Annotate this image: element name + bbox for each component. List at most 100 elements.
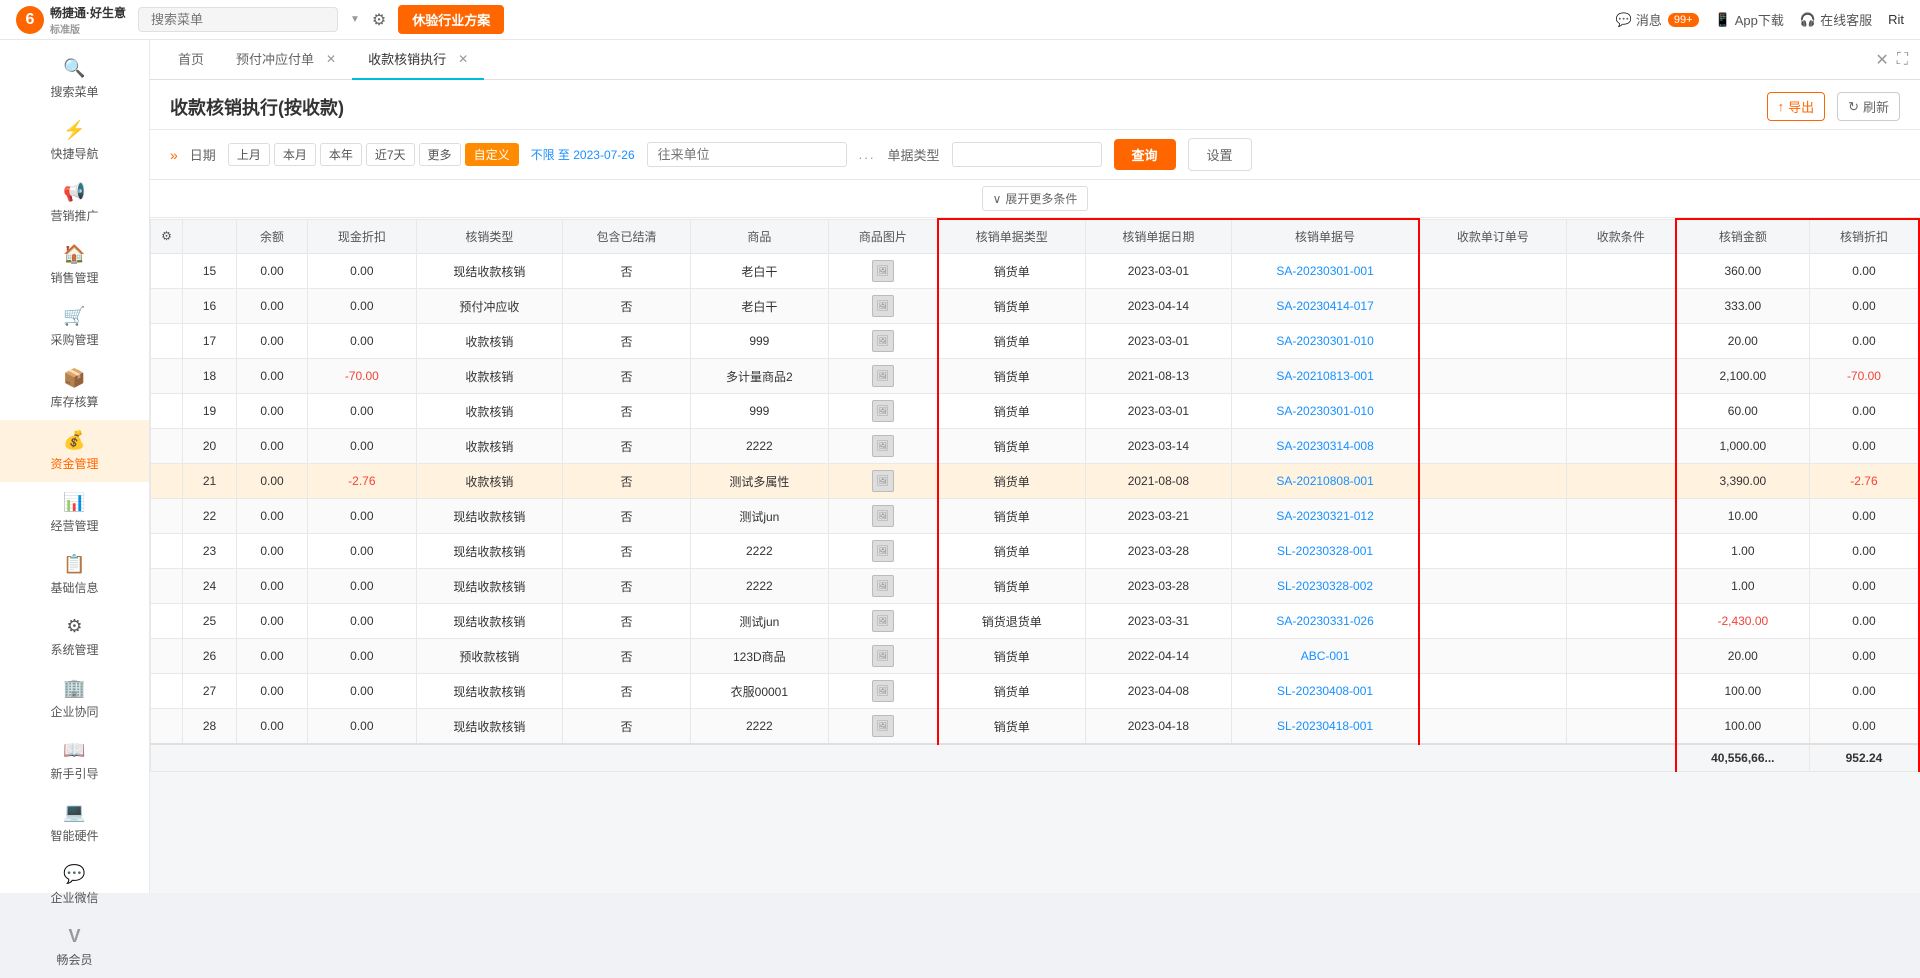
td-include-cleared: 否 bbox=[563, 569, 691, 604]
td-receipt-order-no bbox=[1419, 394, 1566, 429]
td-seq: 28 bbox=[183, 709, 237, 745]
sidebar-item-wechat[interactable]: 💬 企业微信 bbox=[0, 854, 149, 916]
tab-receipt[interactable]: 收款核销执行 ✕ bbox=[352, 40, 484, 80]
sidebar-item-marketing[interactable]: 📢 营销推广 bbox=[0, 172, 149, 234]
sidebar-item-system[interactable]: ⚙ 系统管理 bbox=[0, 606, 149, 668]
tab-close-all-icon[interactable]: ✕ bbox=[1875, 50, 1888, 70]
td-balance: 0.00 bbox=[237, 359, 308, 394]
bill-type-select[interactable] bbox=[952, 142, 1102, 167]
td-verify-discount: 0.00 bbox=[1809, 569, 1919, 604]
td-goods: 999 bbox=[690, 394, 828, 429]
brand-info: 畅捷通·好生意 标准版 bbox=[50, 4, 126, 36]
td-seq: 19 bbox=[183, 394, 237, 429]
date-btn-this-month[interactable]: 本月 bbox=[274, 143, 316, 166]
message-item[interactable]: 💬 消息 99+ bbox=[1616, 10, 1699, 29]
sidebar-item-member[interactable]: V 畅会员 bbox=[0, 916, 149, 978]
settings-gear-button[interactable]: ⚙ bbox=[372, 10, 386, 30]
export-button[interactable]: ↑ 导出 bbox=[1767, 92, 1826, 121]
date-btn-last-month[interactable]: 上月 bbox=[228, 143, 270, 166]
export-icon: ↑ bbox=[1778, 99, 1785, 114]
td-goods-image: 🖼 bbox=[828, 499, 937, 534]
tab-receipt-label: 收款核销执行 bbox=[368, 49, 446, 68]
sidebar-item-inventory[interactable]: 📦 库存核算 bbox=[0, 358, 149, 420]
td-verify-bill-type: 销货单 bbox=[938, 674, 1085, 709]
expand-conditions-button[interactable]: ∨ 展开更多条件 bbox=[982, 186, 1089, 211]
footer-empty bbox=[151, 744, 1676, 772]
quick-nav-icon: ⚡ bbox=[63, 120, 85, 141]
td-verify-bill-type: 销货退货单 bbox=[938, 604, 1085, 639]
table-footer-row: 40,556,66... 952.24 bbox=[151, 744, 1920, 772]
tab-home[interactable]: 首页 bbox=[162, 40, 220, 80]
td-cash-discount: 0.00 bbox=[308, 289, 417, 324]
sidebar-item-label: 库存核算 bbox=[50, 393, 98, 410]
app-download-item[interactable]: 📱 App下载 bbox=[1715, 10, 1784, 29]
td-receipt-order-no bbox=[1419, 534, 1566, 569]
sidebar-item-sales[interactable]: 🏠 销售管理 bbox=[0, 234, 149, 296]
td-verify-discount: 0.00 bbox=[1809, 289, 1919, 324]
sidebar-item-purchase[interactable]: 🛒 采购管理 bbox=[0, 296, 149, 358]
bill-type-label: 单据类型 bbox=[887, 145, 939, 164]
date-btn-this-year[interactable]: 本年 bbox=[320, 143, 362, 166]
td-verify-bill-type: 销货单 bbox=[938, 324, 1085, 359]
td-verify-bill-no: ABC-001 bbox=[1232, 639, 1419, 674]
sidebar-item-search[interactable]: 🔍 搜索菜单 bbox=[0, 48, 149, 110]
date-btn-custom[interactable]: 自定义 bbox=[465, 143, 519, 166]
td-receipt-condition bbox=[1566, 499, 1675, 534]
td-goods: 2222 bbox=[690, 534, 828, 569]
tab-prepay-close[interactable]: ✕ bbox=[326, 52, 336, 66]
td-verify-amount: 20.00 bbox=[1676, 639, 1810, 674]
td-receipt-order-no bbox=[1419, 639, 1566, 674]
td-receipt-condition bbox=[1566, 569, 1675, 604]
date-btn-more[interactable]: 更多 bbox=[419, 143, 461, 166]
table-body: 15 0.00 0.00 现结收款核销 否 老白干 🖼 销货单 2023-03-… bbox=[151, 254, 1920, 745]
system-icon: ⚙ bbox=[66, 616, 82, 637]
td-verify-discount: 0.00 bbox=[1809, 324, 1919, 359]
chevron-down-icon: ▼ bbox=[350, 14, 360, 25]
td-balance: 0.00 bbox=[237, 534, 308, 569]
td-seq: 22 bbox=[183, 499, 237, 534]
sidebar-item-quicknav[interactable]: ⚡ 快捷导航 bbox=[0, 110, 149, 172]
th-include-cleared: 包含已结清 bbox=[563, 219, 691, 254]
sidebar-item-fund[interactable]: 💰 资金管理 bbox=[0, 420, 149, 482]
query-button[interactable]: 查询 bbox=[1114, 139, 1176, 170]
sidebar-item-hardware[interactable]: 💻 智能硬件 bbox=[0, 792, 149, 854]
fund-icon: 💰 bbox=[63, 430, 85, 451]
tab-expand-icon[interactable]: ⛶ bbox=[1897, 51, 1908, 69]
partner-input[interactable] bbox=[647, 142, 847, 167]
search-input[interactable] bbox=[138, 7, 338, 32]
th-verify-amount: 核销金额 bbox=[1676, 219, 1810, 254]
td-goods-image: 🖼 bbox=[828, 289, 937, 324]
td-settings bbox=[151, 569, 183, 604]
table-wrapper: ⚙ 余额 现金折扣 核销类型 包含已结清 商品 商品图片 核销单据类型 核销单据… bbox=[150, 218, 1920, 772]
tab-receipt-close[interactable]: ✕ bbox=[458, 52, 468, 66]
td-verify-discount: -2.76 bbox=[1809, 464, 1919, 499]
industry-button[interactable]: 休验行业方案 bbox=[398, 5, 504, 34]
td-verify-bill-type: 销货单 bbox=[938, 499, 1085, 534]
td-receipt-order-no bbox=[1419, 359, 1566, 394]
sidebar-item-operations[interactable]: 📊 经营管理 bbox=[0, 482, 149, 544]
th-settings[interactable]: ⚙ bbox=[151, 219, 183, 254]
td-verify-type: 现结收款核销 bbox=[416, 499, 563, 534]
td-balance: 0.00 bbox=[237, 394, 308, 429]
td-receipt-order-no bbox=[1419, 289, 1566, 324]
online-service-item[interactable]: 🎧 在线客服 bbox=[1800, 10, 1872, 29]
td-receipt-order-no bbox=[1419, 604, 1566, 639]
filter-collapse-icon[interactable]: » bbox=[170, 147, 178, 163]
td-include-cleared: 否 bbox=[563, 674, 691, 709]
logo-area: 6 畅捷通·好生意 标准版 bbox=[16, 4, 126, 36]
td-verify-type: 收款核销 bbox=[416, 464, 563, 499]
expand-bar: ∨ 展开更多条件 bbox=[150, 180, 1920, 218]
tab-prepay[interactable]: 预付冲应付单 ✕ bbox=[220, 40, 352, 80]
page-header: 收款核销执行(按收款) ↑ 导出 ↻ 刷新 bbox=[150, 80, 1920, 130]
date-btn-7days[interactable]: 近7天 bbox=[366, 143, 415, 166]
filter-settings-button[interactable]: 设置 bbox=[1188, 138, 1252, 171]
sidebar-item-guide[interactable]: 📖 新手引导 bbox=[0, 730, 149, 792]
sidebar-item-label: 经营管理 bbox=[50, 517, 98, 534]
td-verify-bill-no: SA-20230314-008 bbox=[1232, 429, 1419, 464]
date-range-text: 不限 至 2023-07-26 bbox=[531, 146, 635, 163]
message-badge: 99+ bbox=[1668, 13, 1699, 27]
sidebar-item-enterprise[interactable]: 🏢 企业协同 bbox=[0, 668, 149, 730]
refresh-button[interactable]: ↻ 刷新 bbox=[1837, 92, 1900, 121]
td-settings bbox=[151, 499, 183, 534]
sidebar-item-basic[interactable]: 📋 基础信息 bbox=[0, 544, 149, 606]
